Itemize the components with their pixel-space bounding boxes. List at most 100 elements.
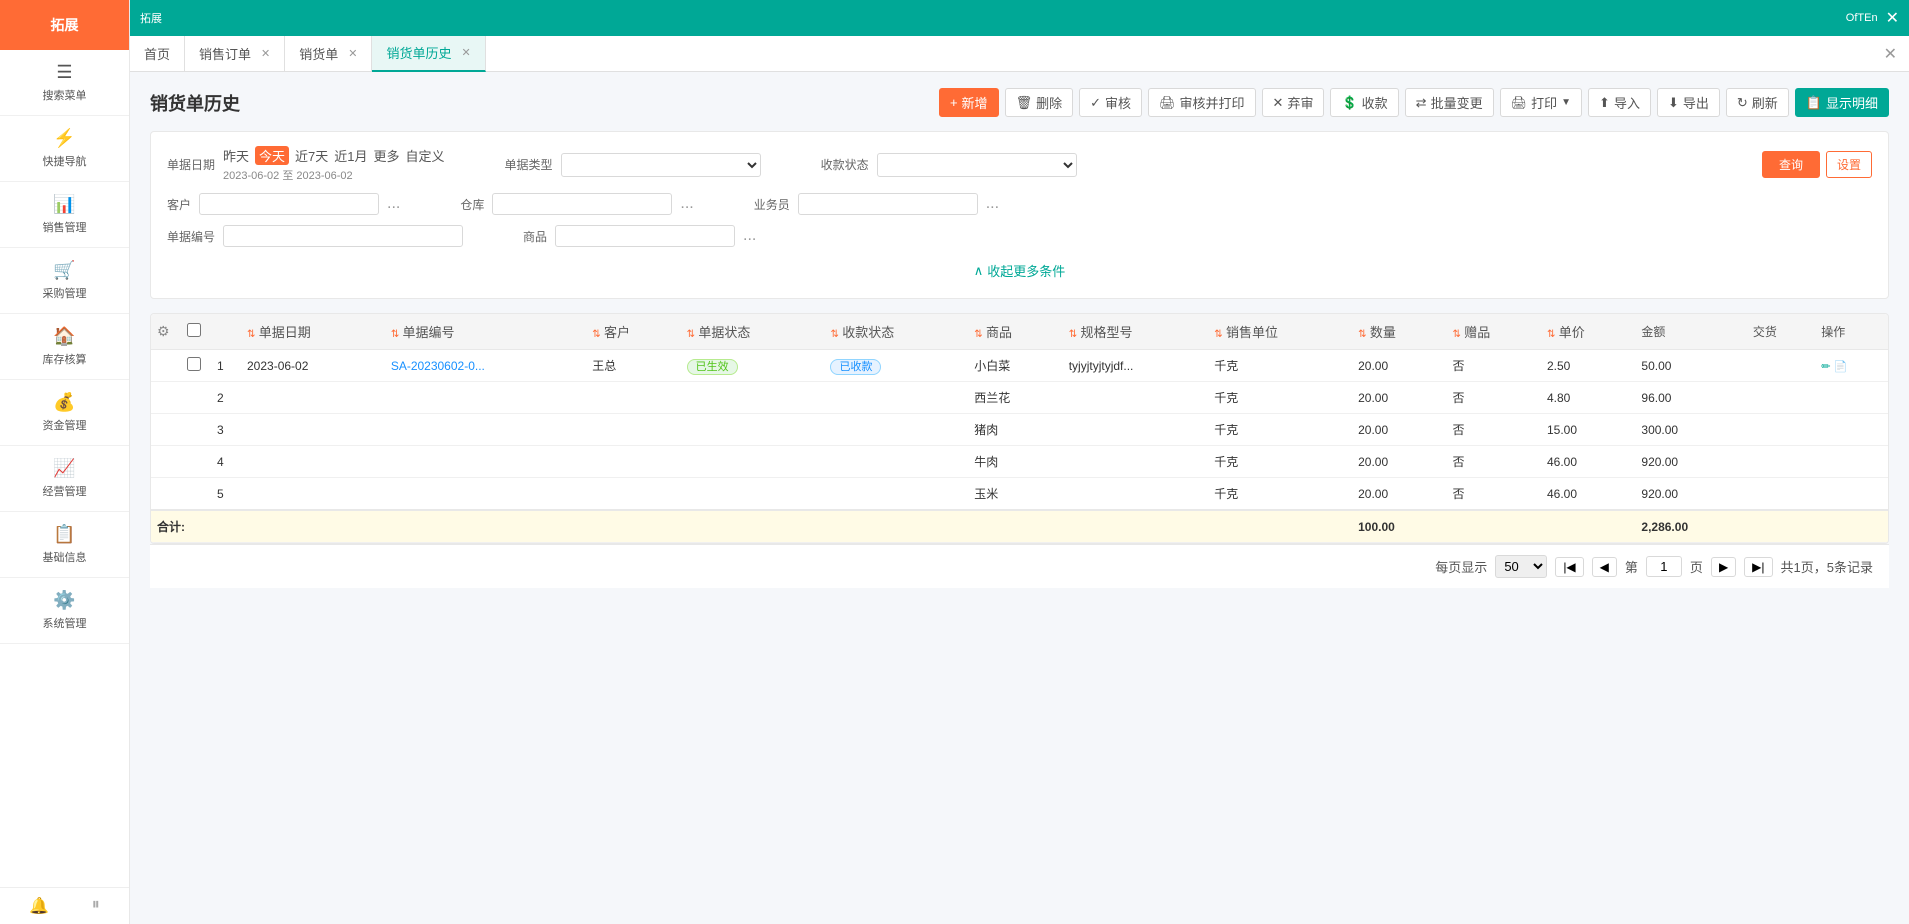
sidebar-item-search-menu[interactable]: ☰ 搜索菜单 — [0, 50, 129, 116]
row-index: 3 — [211, 414, 241, 446]
sidebar-item-basic-info[interactable]: 📋 基础信息 — [0, 512, 129, 578]
tab-sales-order[interactable]: 销售订单 ✕ — [185, 36, 285, 72]
shortcut-custom[interactable]: 自定义 — [406, 146, 445, 165]
sidebar-item-purchase-mgmt[interactable]: 🛒 采购管理 — [0, 248, 129, 314]
per-page-select[interactable]: 50 100 200 — [1495, 555, 1547, 578]
next-page-button[interactable]: ▶ — [1711, 557, 1736, 577]
tab-delivery-history[interactable]: 销货单历史 ✕ — [372, 36, 485, 72]
row-actions[interactable] — [1815, 446, 1888, 478]
tab-delivery[interactable]: 销货单 ✕ — [285, 36, 372, 72]
filter-salesperson-input[interactable] — [798, 193, 978, 215]
row-salesunit: 千克 — [1208, 414, 1352, 446]
often-label: OfTEn — [1846, 12, 1878, 24]
row-docno[interactable] — [385, 478, 586, 511]
filter-warehouse-dots[interactable]: ... — [680, 195, 693, 213]
import-icon: ⬆ — [1599, 95, 1610, 111]
row-checkbox[interactable] — [181, 478, 211, 511]
filter-product-dots[interactable]: ... — [743, 227, 756, 245]
col-docstatus: ⇅ 单据状态 — [681, 314, 825, 350]
filter-salesperson-dots[interactable]: ... — [986, 195, 999, 213]
first-page-button[interactable]: |◀ — [1555, 557, 1583, 577]
tab-sales-order-close[interactable]: ✕ — [261, 47, 270, 60]
filter-doc-type-label: 单据类型 — [505, 156, 553, 173]
filter-docno-input[interactable] — [223, 225, 463, 247]
settings-button[interactable]: 设置 — [1826, 151, 1872, 178]
shortcut-more[interactable]: 更多 — [374, 146, 400, 165]
row-actions[interactable] — [1815, 414, 1888, 446]
sidebar-item-system-mgmt[interactable]: ⚙️ 系统管理 — [0, 578, 129, 644]
sidebar-footer-icon2[interactable]: ⏸ — [92, 896, 100, 916]
row-gift: 否 — [1447, 382, 1541, 414]
query-button[interactable]: 查询 — [1762, 151, 1820, 178]
row-checkbox[interactable] — [181, 414, 211, 446]
filter-product-input[interactable] — [555, 225, 735, 247]
abandon-button[interactable]: ✕ 弃审 — [1262, 88, 1325, 117]
tab-sales-order-label: 销售订单 — [199, 44, 251, 63]
shortcut-1month[interactable]: 近1月 — [334, 146, 367, 165]
row-collectstatus: 已收款 — [824, 350, 968, 382]
row-settings — [151, 382, 181, 414]
sidebar-item-quick-nav[interactable]: ⚡ 快捷导航 — [0, 116, 129, 182]
sidebar-footer-icon1[interactable]: 🔔 — [29, 896, 49, 916]
row-amount: 50.00 — [1635, 350, 1746, 382]
tab-delivery-history-close[interactable]: ✕ — [462, 46, 471, 59]
shortcut-7days[interactable]: 近7天 — [295, 146, 328, 165]
batch-change-button[interactable]: ⇄ 批量变更 — [1405, 88, 1494, 117]
filter-collect-status-select[interactable] — [877, 153, 1077, 177]
row-actions[interactable]: ✏ 📄 — [1815, 350, 1888, 382]
top-header-label: 拓展 — [140, 10, 162, 26]
show-detail-button[interactable]: 📋 显示明细 — [1795, 88, 1889, 117]
row-docno[interactable] — [385, 414, 586, 446]
export-button[interactable]: ⬇ 导出 — [1657, 88, 1720, 117]
top-header: 拓展 OfTEn ✕ — [130, 0, 1909, 36]
row-docno[interactable] — [385, 446, 586, 478]
refresh-button[interactable]: ↻ 刷新 — [1726, 88, 1789, 117]
summary-empty4 — [1747, 510, 1888, 543]
delete-button[interactable]: 🗑 删除 — [1005, 88, 1074, 117]
row-actions[interactable] — [1815, 382, 1888, 414]
shortcut-yesterday[interactable]: 昨天 — [223, 146, 249, 165]
print-icon: 🖨 — [1511, 95, 1528, 111]
sidebar-item-finance[interactable]: 💰 资金管理 — [0, 380, 129, 446]
row-checkbox[interactable] — [181, 382, 211, 414]
table-settings-icon[interactable]: ⚙ — [157, 323, 170, 339]
audit-button[interactable]: ✓ 审核 — [1079, 88, 1142, 117]
shortcut-today[interactable]: 今天 — [255, 146, 289, 165]
row-quantity: 20.00 — [1352, 414, 1446, 446]
last-page-button[interactable]: ▶| — [1744, 557, 1772, 577]
prev-page-button[interactable]: ◀ — [1592, 557, 1617, 577]
top-close-icon[interactable]: ✕ — [1886, 8, 1899, 28]
row-checkbox[interactable] — [181, 350, 211, 382]
row-docno[interactable] — [385, 382, 586, 414]
collect-button[interactable]: 💲 收款 — [1330, 88, 1398, 117]
col-unitprice: ⇅ 单价 — [1541, 314, 1635, 350]
row-checkbox[interactable] — [181, 446, 211, 478]
action-编辑[interactable]: ✏ — [1821, 361, 1830, 373]
filter-salesperson-label: 业务员 — [754, 196, 790, 213]
tab-bar-close-all[interactable]: ✕ — [1872, 44, 1909, 64]
row-quantity: 20.00 — [1352, 478, 1446, 511]
tab-delivery-close[interactable]: ✕ — [348, 47, 357, 60]
filter-customer-dots[interactable]: ... — [387, 195, 400, 213]
sidebar-footer: 🔔 ⏸ — [0, 887, 129, 924]
import-button[interactable]: ⬆ 导入 — [1588, 88, 1651, 117]
audit-print-button[interactable]: 🖨 审核并打印 — [1148, 88, 1256, 117]
print-button[interactable]: 🖨 打印 ▼ — [1500, 88, 1582, 117]
filter-customer-input[interactable] — [199, 193, 379, 215]
main-area: 拓展 OfTEn ✕ 首页 销售订单 ✕ 销货单 ✕ 销货单历史 ✕ ✕ 销货单… — [130, 0, 1909, 924]
select-all-checkbox[interactable] — [187, 323, 201, 337]
row-actions[interactable] — [1815, 478, 1888, 511]
action-详情[interactable]: 📄 — [1834, 361, 1848, 373]
page-number-input[interactable] — [1646, 556, 1682, 577]
filter-collapse[interactable]: ∧ 收起更多条件 — [167, 257, 1872, 284]
row-spectype — [1063, 382, 1209, 414]
sidebar-item-sales-mgmt[interactable]: 📊 销售管理 — [0, 182, 129, 248]
row-docno[interactable]: SA-20230602-0... — [385, 350, 586, 382]
sidebar-item-inventory[interactable]: 🏠 库存核算 — [0, 314, 129, 380]
filter-warehouse-input[interactable] — [492, 193, 672, 215]
tab-home[interactable]: 首页 — [130, 36, 185, 72]
add-button[interactable]: + 新增 — [939, 88, 999, 117]
sidebar-item-operations[interactable]: 📈 经营管理 — [0, 446, 129, 512]
filter-doc-type-select[interactable] — [561, 153, 761, 177]
row-collectstatus — [824, 446, 968, 478]
